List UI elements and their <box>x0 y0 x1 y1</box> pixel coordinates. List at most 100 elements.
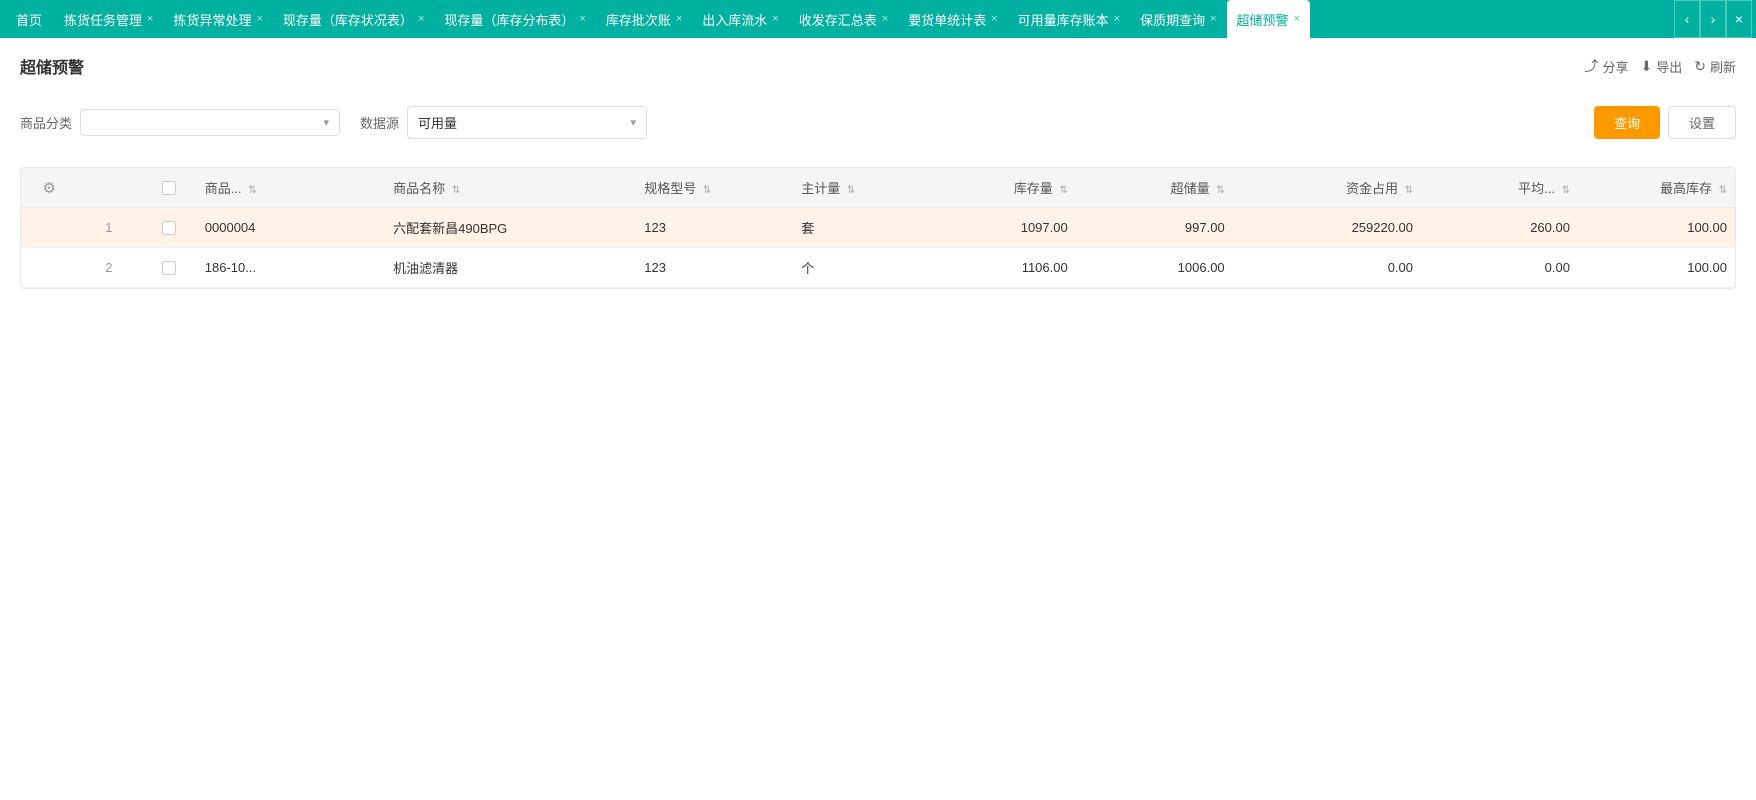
row-product-name: 机油滤清器 <box>385 248 636 288</box>
close-icon[interactable]: × <box>1114 13 1120 25</box>
query-button[interactable]: 查询 <box>1594 106 1660 139</box>
top-navigation: 首页 拣货任务管理 × 拣货异常处理 × 现存量（库存状况表） × 现存量（库存… <box>0 0 1756 38</box>
page-content: 超储预警 ⤴ 分享 ⬇ 导出 ↻ 刷新 商品分类 ▾ 数据源 <box>0 38 1756 800</box>
row-max: 100.00 <box>1578 208 1735 248</box>
row-unit: 套 <box>793 208 919 248</box>
col-header-spec[interactable]: 规格型号 ⇅ <box>636 168 793 208</box>
export-button[interactable]: ⬇ 导出 <box>1641 57 1683 76</box>
sort-icon: ⇅ <box>1059 185 1067 196</box>
chevron-down-icon: ▾ <box>323 116 329 129</box>
tab-abnormal[interactable]: 拣货异常处理 × <box>163 0 272 38</box>
row-over: 1006.00 <box>1076 248 1233 288</box>
col-header-max[interactable]: 最高库存 ⇅ <box>1578 168 1735 208</box>
col-header-capital[interactable]: 资金占用 ⇅ <box>1233 168 1421 208</box>
row-capital: 259220.00 <box>1233 208 1421 248</box>
tab-recv-send[interactable]: 收发存汇总表 × <box>789 0 898 38</box>
close-icon[interactable]: × <box>676 13 682 25</box>
close-icon[interactable]: × <box>1210 13 1216 25</box>
page-title: 超储预警 <box>20 54 84 78</box>
close-icon[interactable]: × <box>147 13 153 25</box>
tab-overstock-warning[interactable]: 超储预警 × <box>1227 0 1310 38</box>
datasource-select-value: 可用量 <box>418 113 457 132</box>
col-header-avg[interactable]: 平均... ⇅ <box>1421 168 1578 208</box>
row-settings <box>21 248 78 288</box>
row-index: 2 <box>78 248 141 288</box>
nav-next-button[interactable]: › <box>1700 0 1726 38</box>
close-icon[interactable]: × <box>579 13 585 25</box>
col-header-settings[interactable]: ⚙ <box>21 168 78 208</box>
data-table: ⚙ 商品... ⇅ 商品名称 ⇅ 规格型号 <box>20 167 1736 289</box>
row-settings <box>21 208 78 248</box>
close-icon[interactable]: × <box>772 13 778 25</box>
row-unit: 个 <box>793 248 919 288</box>
row-capital: 0.00 <box>1233 248 1421 288</box>
datasource-select[interactable]: 可用量 ▾ <box>407 106 647 139</box>
row-spec: 123 <box>636 208 793 248</box>
sort-icon: ⇅ <box>248 185 256 196</box>
chevron-down-icon: ▾ <box>631 116 637 129</box>
share-icon: ⤴ <box>1584 56 1598 76</box>
tab-order-stats[interactable]: 要货单统计表 × <box>898 0 1007 38</box>
page-actions: ⤴ 分享 ⬇ 导出 ↻ 刷新 <box>1584 56 1736 76</box>
category-select[interactable]: ▾ <box>80 109 340 136</box>
tab-batch-account[interactable]: 库存批次账 × <box>596 0 692 38</box>
row-spec: 123 <box>636 248 793 288</box>
datasource-label: 数据源 <box>360 113 399 132</box>
row-index: 1 <box>78 208 141 248</box>
col-header-over[interactable]: 超储量 ⇅ <box>1076 168 1233 208</box>
row-checkbox-cell[interactable] <box>140 208 197 248</box>
row-avg: 0.00 <box>1421 248 1578 288</box>
settings-button[interactable]: 设置 <box>1668 106 1736 139</box>
row-checkbox-cell[interactable] <box>140 248 197 288</box>
row-product-code: 186-10... <box>197 248 385 288</box>
tab-stock-dist[interactable]: 现存量（库存分布表） × <box>434 0 595 38</box>
select-all-checkbox[interactable] <box>162 181 176 195</box>
export-icon: ⬇ <box>1641 58 1653 75</box>
row-over: 997.00 <box>1076 208 1233 248</box>
sort-icon: ⇅ <box>703 185 711 196</box>
gear-icon[interactable]: ⚙ <box>43 180 56 197</box>
sort-icon: ⇅ <box>1216 185 1224 196</box>
sort-icon: ⇅ <box>452 185 460 196</box>
table-row: 2 186-10... 机油滤清器 123 个 1106.00 1006.00 … <box>21 248 1735 288</box>
nav-close-button[interactable]: × <box>1726 0 1752 38</box>
row-product-code: 0000004 <box>197 208 385 248</box>
sort-icon: ⇅ <box>847 185 855 196</box>
sort-icon: ⇅ <box>1562 185 1570 196</box>
close-icon[interactable]: × <box>256 13 262 25</box>
tab-task-mgmt[interactable]: 拣货任务管理 × <box>54 0 163 38</box>
filter-group-category: 商品分类 ▾ <box>20 109 340 136</box>
tab-stock-status[interactable]: 现存量（库存状况表） × <box>273 0 434 38</box>
col-header-index <box>78 168 141 208</box>
category-label: 商品分类 <box>20 113 72 132</box>
refresh-icon: ↻ <box>1694 58 1706 75</box>
col-header-product-name[interactable]: 商品名称 ⇅ <box>385 168 636 208</box>
tab-quality-check[interactable]: 保质期查询 × <box>1130 0 1226 38</box>
filter-group-datasource: 数据源 可用量 ▾ <box>360 106 647 139</box>
share-button[interactable]: ⤴ 分享 <box>1584 56 1628 76</box>
close-icon[interactable]: × <box>991 13 997 25</box>
close-icon[interactable]: × <box>418 13 424 25</box>
close-icon[interactable]: × <box>1294 13 1300 25</box>
tab-available-account[interactable]: 可用量库存账本 × <box>1008 0 1130 38</box>
refresh-button[interactable]: ↻ 刷新 <box>1694 57 1736 76</box>
col-header-stock[interactable]: 库存量 ⇅ <box>919 168 1076 208</box>
filter-area: 商品分类 ▾ 数据源 可用量 ▾ 查询 设置 <box>20 94 1736 151</box>
col-header-unit[interactable]: 主计量 ⇅ <box>793 168 919 208</box>
nav-home[interactable]: 首页 <box>4 10 54 29</box>
row-checkbox[interactable] <box>162 221 176 235</box>
nav-arrows: ‹ › × <box>1674 0 1752 38</box>
sort-icon: ⇅ <box>1405 185 1413 196</box>
close-icon[interactable]: × <box>882 13 888 25</box>
row-max: 100.00 <box>1578 248 1735 288</box>
row-checkbox[interactable] <box>162 261 176 275</box>
col-header-checkbox[interactable] <box>140 168 197 208</box>
tab-in-out-flow[interactable]: 出入库流水 × <box>692 0 788 38</box>
nav-prev-button[interactable]: ‹ <box>1674 0 1700 38</box>
row-avg: 260.00 <box>1421 208 1578 248</box>
row-product-name: 六配套新昌490BPG <box>385 208 636 248</box>
table-row: 1 0000004 六配套新昌490BPG 123 套 1097.00 997.… <box>21 208 1735 248</box>
col-header-product-code[interactable]: 商品... ⇅ <box>197 168 385 208</box>
row-stock: 1106.00 <box>919 248 1076 288</box>
sort-icon: ⇅ <box>1719 185 1727 196</box>
